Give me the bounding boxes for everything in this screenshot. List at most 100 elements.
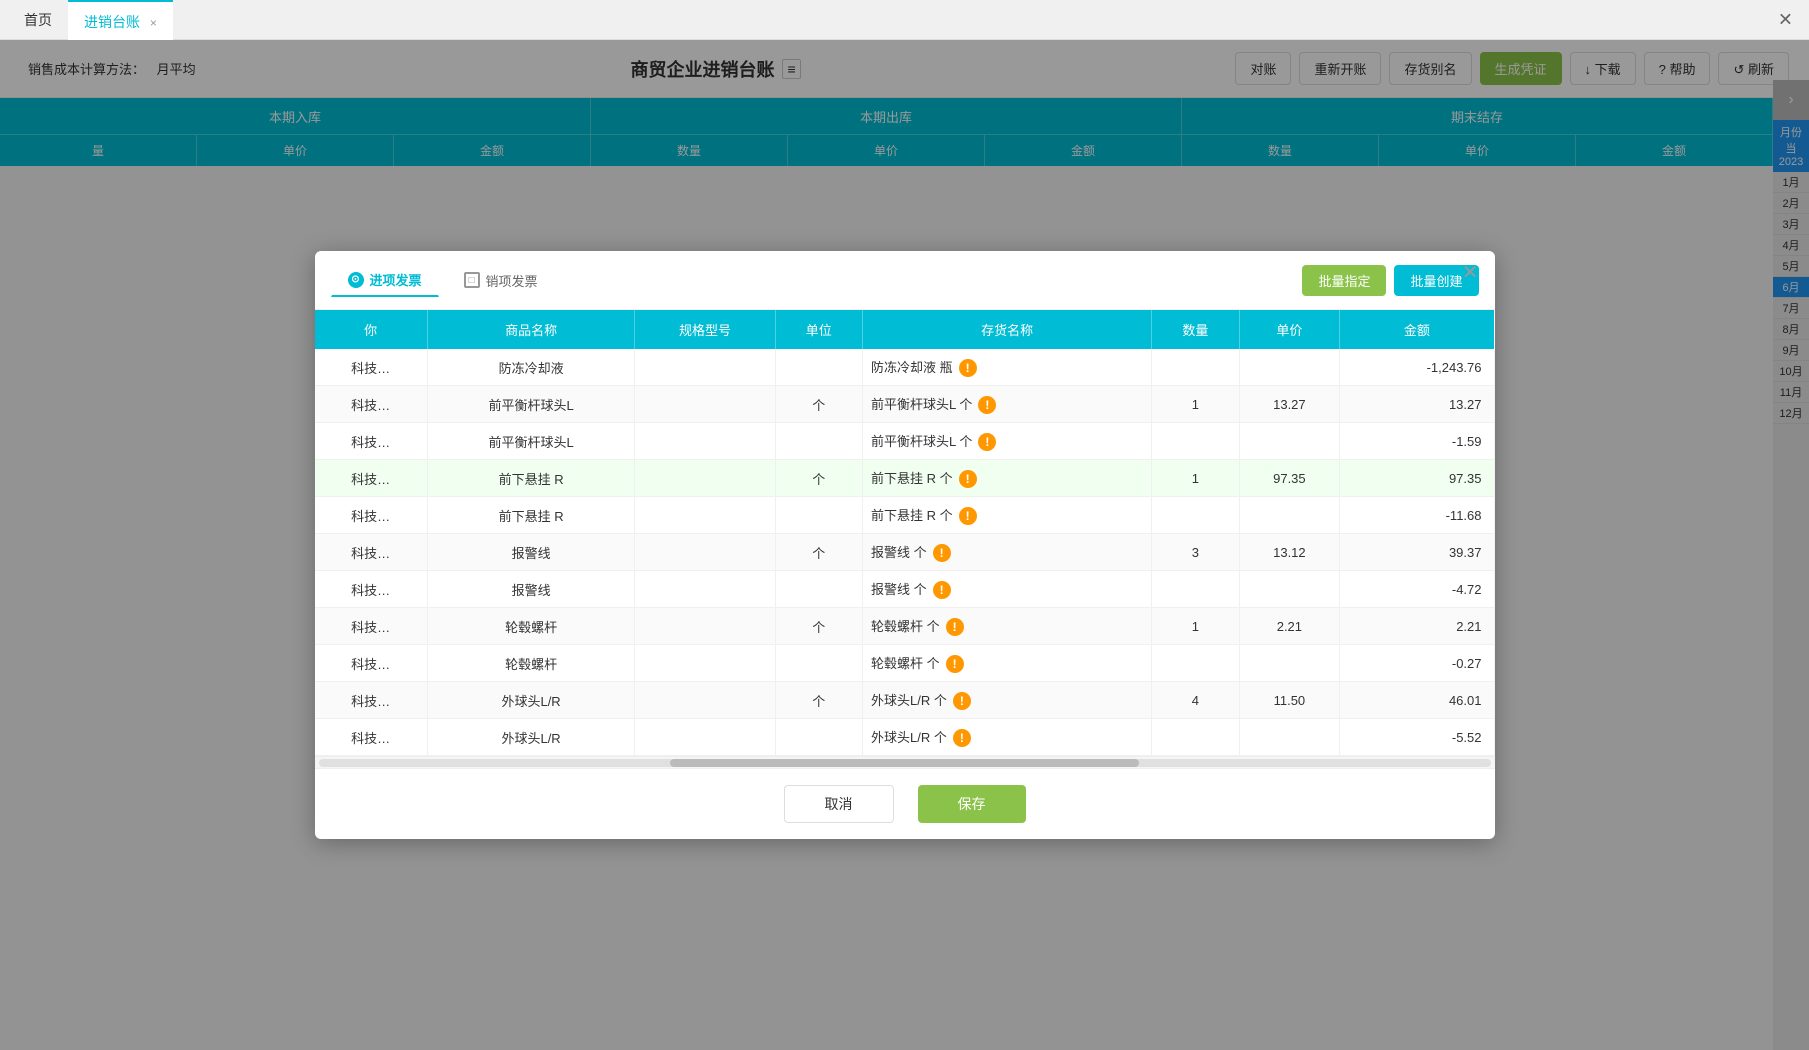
table-cell — [635, 608, 775, 645]
window-close-icon[interactable]: ✕ — [1778, 9, 1793, 30]
table-cell: 科技… — [315, 682, 428, 719]
cancel-button[interactable]: 取消 — [784, 785, 894, 823]
table-cell — [1239, 423, 1340, 460]
input-invoice-icon: ⊙ — [348, 272, 364, 288]
modal-dialog: ⊙ 进项发票 □ 销项发票 批量指定 批量创建 ✕ 你 — [315, 251, 1495, 839]
tab-ledger[interactable]: 进销台账 × — [68, 0, 173, 40]
table-cell: 科技… — [315, 497, 428, 534]
table-cell: 科技… — [315, 571, 428, 608]
warning-icon: ! — [959, 470, 977, 488]
col-header-spec: 规格型号 — [635, 310, 775, 349]
table-cell — [775, 571, 862, 608]
table-cell: 97.35 — [1239, 460, 1340, 497]
table-row[interactable]: 科技…轮毂螺杆个轮毂螺杆 个!12.212.21 — [315, 608, 1495, 645]
tab-input-invoice[interactable]: ⊙ 进项发票 — [331, 263, 439, 297]
modal-header: ⊙ 进项发票 □ 销项发票 批量指定 批量创建 ✕ — [315, 251, 1495, 310]
warning-icon: ! — [959, 507, 977, 525]
table-cell — [1152, 571, 1239, 608]
modal-footer: 取消 保存 — [315, 768, 1495, 839]
horizontal-scrollbar[interactable] — [315, 756, 1495, 768]
table-row[interactable]: 科技…防冻冷却液防冻冷却液 瓶!-1,243.76 — [315, 349, 1495, 386]
table-row[interactable]: 科技…前平衡杆球头L前平衡杆球头L 个!-1.59 — [315, 423, 1495, 460]
table-cell: 科技… — [315, 460, 428, 497]
stock-name-cell: 防冻冷却液 瓶! — [862, 349, 1151, 386]
table-cell: 46.01 — [1340, 682, 1494, 719]
table-row[interactable]: 科技…前下悬挂 R个前下悬挂 R 个!197.3597.35 — [315, 460, 1495, 497]
main-area: 销售成本计算方法： 月平均 商贸企业进销台账 ≡ 对账 重新开账 存货别名 生成… — [0, 40, 1809, 1050]
modal-header-actions: 批量指定 批量创建 — [1302, 265, 1478, 296]
scrollbar-track[interactable] — [319, 759, 1491, 767]
table-row[interactable]: 科技…前下悬挂 R前下悬挂 R 个!-11.68 — [315, 497, 1495, 534]
table-cell: 科技… — [315, 719, 428, 756]
table-cell — [1152, 719, 1239, 756]
table-row[interactable]: 科技…报警线 报警线 个! -4.72 — [315, 571, 1495, 608]
table-cell — [635, 719, 775, 756]
table-row[interactable]: 科技…外球头L/R 外球头L/R 个! -5.52 — [315, 719, 1495, 756]
col-header-stock: 存货名称 — [862, 310, 1151, 349]
stock-name-cell: 外球头L/R 个! — [862, 682, 1151, 719]
table-cell: 前平衡杆球头L — [427, 386, 635, 423]
table-cell — [635, 534, 775, 571]
table-cell: 轮毂螺杆 — [427, 645, 635, 682]
table-cell — [635, 571, 775, 608]
tab-output-invoice[interactable]: □ 销项发票 — [447, 264, 555, 297]
save-button[interactable]: 保存 — [918, 785, 1026, 823]
modal-table-wrap: 你 商品名称 规格型号 单位 存货名称 数量 单价 金额 科技…防冻冷却液防冻冷… — [315, 310, 1495, 756]
table-cell: 前下悬挂 R — [427, 460, 635, 497]
col-header-company: 你 — [315, 310, 428, 349]
stock-name-cell: 前下悬挂 R 个! — [862, 460, 1151, 497]
table-cell: -4.72 — [1340, 571, 1494, 608]
stock-name-cell: 轮毂螺杆 个! — [862, 645, 1151, 682]
table-cell — [775, 349, 862, 386]
tab-home[interactable]: 首页 — [8, 0, 68, 40]
table-cell: 39.37 — [1340, 534, 1494, 571]
table-cell: 报警线 — [427, 571, 635, 608]
stock-name-cell: 前平衡杆球头L 个! — [862, 386, 1151, 423]
table-cell: -5.52 — [1340, 719, 1494, 756]
warning-icon: ! — [953, 692, 971, 710]
table-cell — [635, 386, 775, 423]
table-row[interactable]: 科技…前平衡杆球头L个前平衡杆球头L 个!113.2713.27 — [315, 386, 1495, 423]
table-cell: 3 — [1152, 534, 1239, 571]
table-cell — [775, 719, 862, 756]
col-header-qty: 数量 — [1152, 310, 1239, 349]
table-cell — [775, 423, 862, 460]
batch-assign-button[interactable]: 批量指定 — [1302, 265, 1386, 296]
output-invoice-icon: □ — [464, 272, 480, 288]
table-cell — [1152, 645, 1239, 682]
stock-name-cell: 外球头L/R 个! — [862, 719, 1151, 756]
stock-name-cell: 前平衡杆球头L 个! — [862, 423, 1151, 460]
table-cell: 前平衡杆球头L — [427, 423, 635, 460]
table-row[interactable]: 科技…报警线个报警线 个!313.1239.37 — [315, 534, 1495, 571]
table-cell — [635, 349, 775, 386]
modal-overlay: ⊙ 进项发票 □ 销项发票 批量指定 批量创建 ✕ 你 — [0, 40, 1809, 1050]
table-cell: -11.68 — [1340, 497, 1494, 534]
warning-icon: ! — [946, 655, 964, 673]
tab-close-icon[interactable]: × — [150, 16, 157, 30]
table-row[interactable]: 科技…轮毂螺杆轮毂螺杆 个!-0.27 — [315, 645, 1495, 682]
table-cell: 1 — [1152, 386, 1239, 423]
table-cell: 个 — [775, 608, 862, 645]
warning-icon: ! — [946, 618, 964, 636]
warning-icon: ! — [978, 433, 996, 451]
table-cell: 个 — [775, 682, 862, 719]
warning-icon: ! — [959, 359, 977, 377]
scrollbar-thumb[interactable] — [670, 759, 1139, 767]
table-cell: 外球头L/R — [427, 719, 635, 756]
table-cell — [1239, 719, 1340, 756]
table-cell: 13.12 — [1239, 534, 1340, 571]
table-cell — [635, 460, 775, 497]
tab-bar: 首页 进销台账 × ✕ — [0, 0, 1809, 40]
col-header-product: 商品名称 — [427, 310, 635, 349]
table-cell — [1239, 349, 1340, 386]
col-header-price: 单价 — [1239, 310, 1340, 349]
stock-name-cell: 报警线 个! — [862, 571, 1151, 608]
table-cell — [635, 645, 775, 682]
warning-icon: ! — [933, 581, 951, 599]
modal-close-icon[interactable]: ✕ — [1462, 263, 1479, 283]
table-cell: -1.59 — [1340, 423, 1494, 460]
table-cell: 外球头L/R — [427, 682, 635, 719]
table-row[interactable]: 科技…外球头L/R个外球头L/R 个!411.5046.01 — [315, 682, 1495, 719]
col-header-amount: 金额 — [1340, 310, 1494, 349]
table-cell: 科技… — [315, 386, 428, 423]
